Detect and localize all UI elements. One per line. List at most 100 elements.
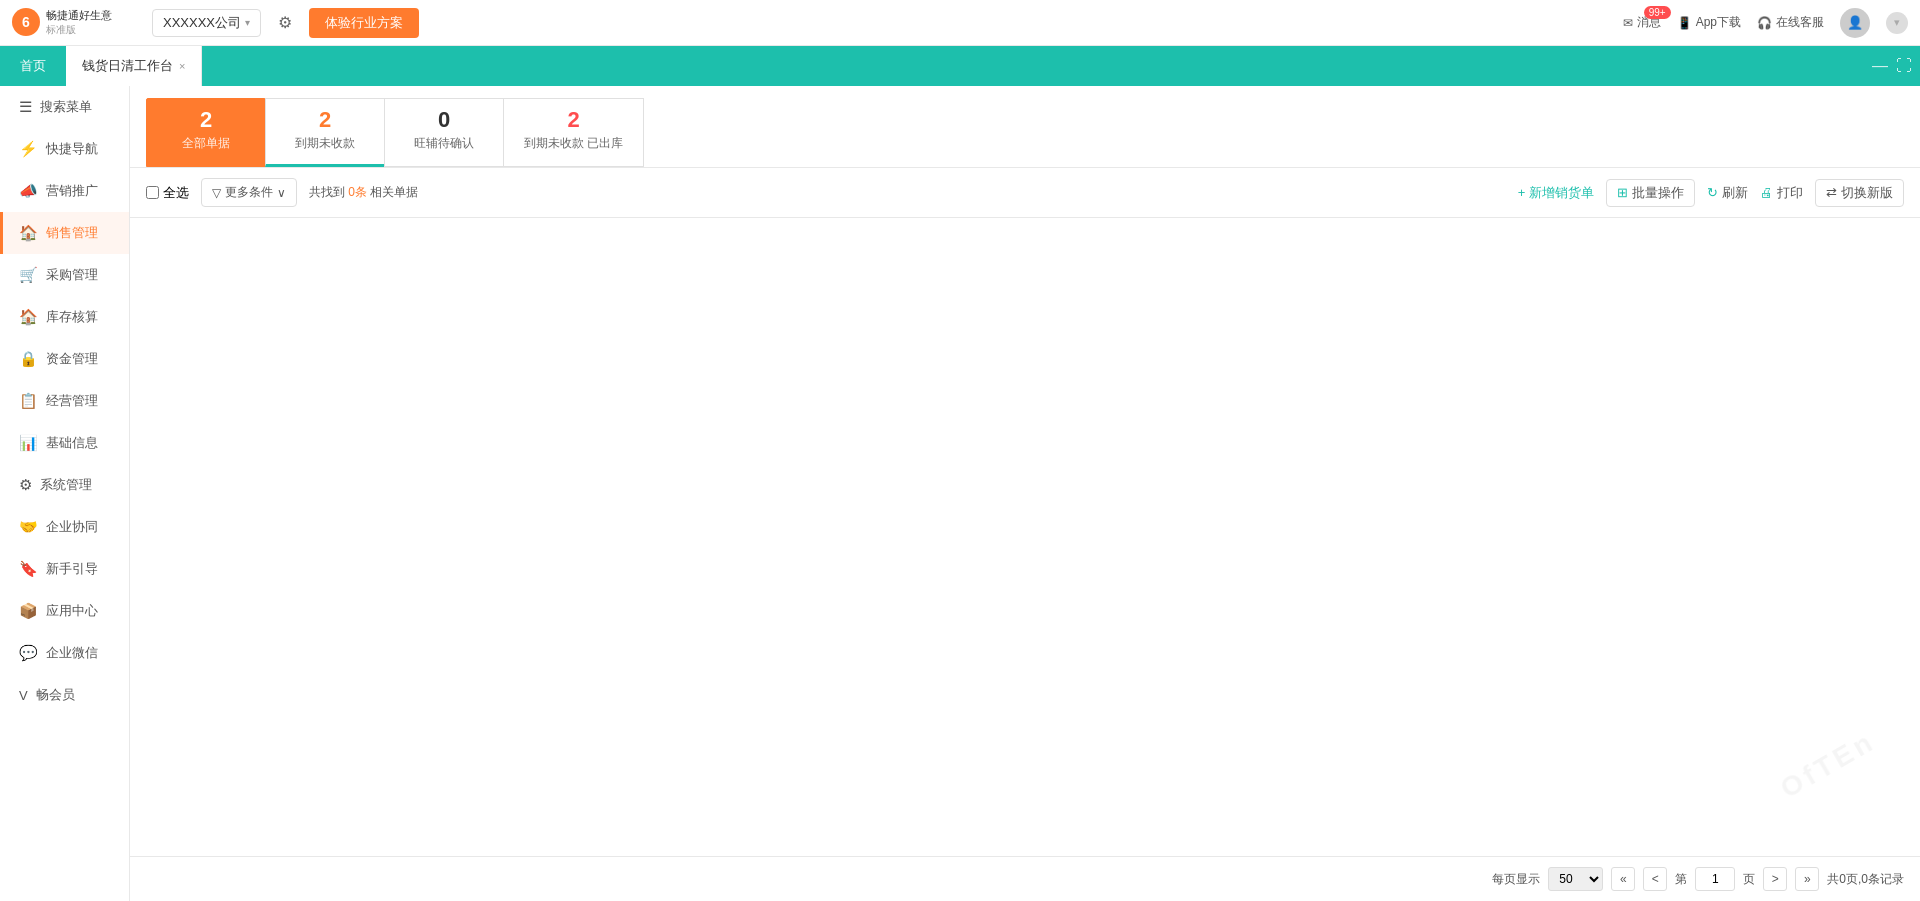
message-button[interactable]: ✉ 消息 99+	[1623, 14, 1661, 31]
batch-icon: ⊞	[1617, 185, 1628, 200]
toolbar: 全选 ▽ 更多条件 ∨ 共找到 0条 相关单据 + 新增销货单 ⊞ 批量操作 ↻	[130, 168, 1920, 218]
print-button[interactable]: 🖨 打印	[1760, 184, 1803, 202]
quick-nav-icon: ⚡	[19, 140, 38, 158]
stat-number-unshipped: 2	[568, 107, 580, 133]
add-sales-order-button[interactable]: + 新增销货单	[1518, 184, 1594, 202]
tab-nav-actions: — ⛶	[1872, 57, 1920, 75]
sidebar-item-sales[interactable]: 🏠 销售管理	[0, 212, 129, 254]
stat-number-overdue: 2	[319, 107, 331, 133]
enterprise-icon: 🤝	[19, 518, 38, 536]
batch-operation-button[interactable]: ⊞ 批量操作	[1606, 179, 1695, 207]
chevron-down-icon: ▾	[245, 17, 250, 28]
print-icon: 🖨	[1760, 185, 1773, 200]
trial-button[interactable]: 体验行业方案	[309, 8, 419, 38]
refresh-icon: ↻	[1707, 185, 1718, 200]
sidebar-item-enterprise[interactable]: 🤝 企业协同	[0, 506, 129, 548]
inventory-icon: 🏠	[19, 308, 38, 326]
user-icon: 👤	[1847, 15, 1863, 30]
filter-icon: ▽	[212, 186, 221, 200]
logo-icon: 6	[12, 8, 40, 36]
pagination-bar: 每页显示 50 10 20 100 « < 第 页 > » 共0页,0条记录	[130, 856, 1920, 901]
table-area	[130, 218, 1920, 856]
found-count: 0条	[348, 185, 367, 199]
chevron-right-icon: ▾	[1894, 16, 1900, 29]
refresh-button[interactable]: ↻ 刷新	[1707, 184, 1748, 202]
page-suffix: 页	[1743, 871, 1755, 888]
sidebar-item-wechat[interactable]: 💬 企业微信	[0, 632, 129, 674]
logo-area: 6 畅捷通好生意 标准版	[12, 8, 142, 36]
company-name: XXXXXX公司	[163, 14, 241, 32]
stat-tab-pending[interactable]: 0 旺辅待确认	[384, 98, 504, 167]
sidebar-item-purchase[interactable]: 🛒 采购管理	[0, 254, 129, 296]
operations-icon: 📋	[19, 392, 38, 410]
tab-home[interactable]: 首页	[0, 46, 66, 86]
last-page-icon: »	[1804, 872, 1811, 886]
user-extra-button[interactable]: ▾	[1886, 12, 1908, 34]
sidebar-item-quick-nav[interactable]: ⚡ 快捷导航	[0, 128, 129, 170]
gear-icon: ⚙	[278, 13, 292, 32]
sidebar-item-base-info[interactable]: 📊 基础信息	[0, 422, 129, 464]
tab-maximize-icon[interactable]: ⛶	[1896, 57, 1912, 75]
stat-label-overdue: 到期未收款	[295, 135, 355, 152]
toolbar-right: + 新增销货单 ⊞ 批量操作 ↻ 刷新 🖨 打印 ⇄ 切换新版	[1518, 179, 1904, 207]
sidebar-item-app-center[interactable]: 📦 应用中心	[0, 590, 129, 632]
sales-icon: 🏠	[19, 224, 38, 242]
stat-label-unshipped: 到期未收款 已出库	[524, 135, 623, 152]
logo-text: 畅捷通好生意	[46, 8, 112, 22]
stat-number-all: 2	[200, 107, 212, 133]
app-center-icon: 📦	[19, 602, 38, 620]
message-icon: ✉	[1623, 16, 1633, 30]
prev-page-button[interactable]: <	[1643, 867, 1667, 891]
sidebar-item-search-menu[interactable]: ☰ 搜索菜单	[0, 86, 129, 128]
stat-tab-unshipped[interactable]: 2 到期未收款 已出库	[503, 98, 644, 167]
logo-sub: 标准版	[46, 23, 112, 37]
search-menu-icon: ☰	[19, 98, 32, 116]
page-number-input[interactable]	[1695, 867, 1735, 891]
prev-icon: <	[1652, 872, 1659, 886]
page-size-select[interactable]: 50 10 20 100	[1548, 867, 1603, 891]
tab-minimize-icon[interactable]: —	[1872, 57, 1888, 75]
tab-close-icon[interactable]: ×	[179, 60, 185, 72]
total-records: 共0页,0条记录	[1827, 871, 1904, 888]
last-page-button[interactable]: »	[1795, 867, 1819, 891]
settings-button[interactable]: ⚙	[269, 7, 301, 39]
sidebar-item-operations[interactable]: 📋 经营管理	[0, 380, 129, 422]
tab-qianghuo[interactable]: 钱货日清工作台 ×	[66, 46, 202, 86]
stat-tab-all[interactable]: 2 全部单据	[146, 98, 266, 167]
online-service-button[interactable]: 🎧 在线客服	[1757, 14, 1824, 31]
main-layout: ☰ 搜索菜单 ⚡ 快捷导航 📣 营销推广 🏠 销售管理 🛒 采购管理 🏠 库存核…	[0, 86, 1920, 901]
top-bar: 6 畅捷通好生意 标准版 XXXXXX公司 ▾ ⚙ 体验行业方案 ✉ 消息 99…	[0, 0, 1920, 46]
select-all-input[interactable]	[146, 186, 159, 199]
page-label: 第	[1675, 871, 1687, 888]
message-badge: 99+	[1644, 6, 1671, 19]
select-all-checkbox[interactable]: 全选	[146, 184, 189, 202]
sidebar-item-marketing[interactable]: 📣 营销推广	[0, 170, 129, 212]
sidebar-item-inventory[interactable]: 🏠 库存核算	[0, 296, 129, 338]
app-download-button[interactable]: 📱 App下载	[1677, 14, 1741, 31]
switch-version-button[interactable]: ⇄ 切换新版	[1815, 179, 1904, 207]
wechat-icon: 💬	[19, 644, 38, 662]
sidebar-item-system[interactable]: ⚙ 系统管理	[0, 464, 129, 506]
stat-label-all: 全部单据	[182, 135, 230, 152]
avatar[interactable]: 👤	[1840, 8, 1870, 38]
found-text: 共找到 0条 相关单据	[309, 184, 418, 201]
stat-tab-overdue[interactable]: 2 到期未收款	[265, 98, 385, 167]
filter-button[interactable]: ▽ 更多条件 ∨	[201, 178, 297, 207]
switch-icon: ⇄	[1826, 185, 1837, 200]
first-page-icon: «	[1620, 872, 1627, 886]
sidebar-item-finance[interactable]: 🔒 资金管理	[0, 338, 129, 380]
download-icon: 📱	[1677, 16, 1692, 30]
first-page-button[interactable]: «	[1611, 867, 1635, 891]
chevron-down-icon: ∨	[277, 186, 286, 200]
next-icon: >	[1772, 872, 1779, 886]
system-icon: ⚙	[19, 476, 32, 494]
stat-label-pending: 旺辅待确认	[414, 135, 474, 152]
company-selector[interactable]: XXXXXX公司 ▾	[152, 9, 261, 37]
sidebar-item-guide[interactable]: 🔖 新手引导	[0, 548, 129, 590]
base-info-icon: 📊	[19, 434, 38, 452]
guide-icon: 🔖	[19, 560, 38, 578]
next-page-button[interactable]: >	[1763, 867, 1787, 891]
stat-number-pending: 0	[438, 107, 450, 133]
finance-icon: 🔒	[19, 350, 38, 368]
sidebar-item-member[interactable]: V 畅会员	[0, 674, 129, 716]
